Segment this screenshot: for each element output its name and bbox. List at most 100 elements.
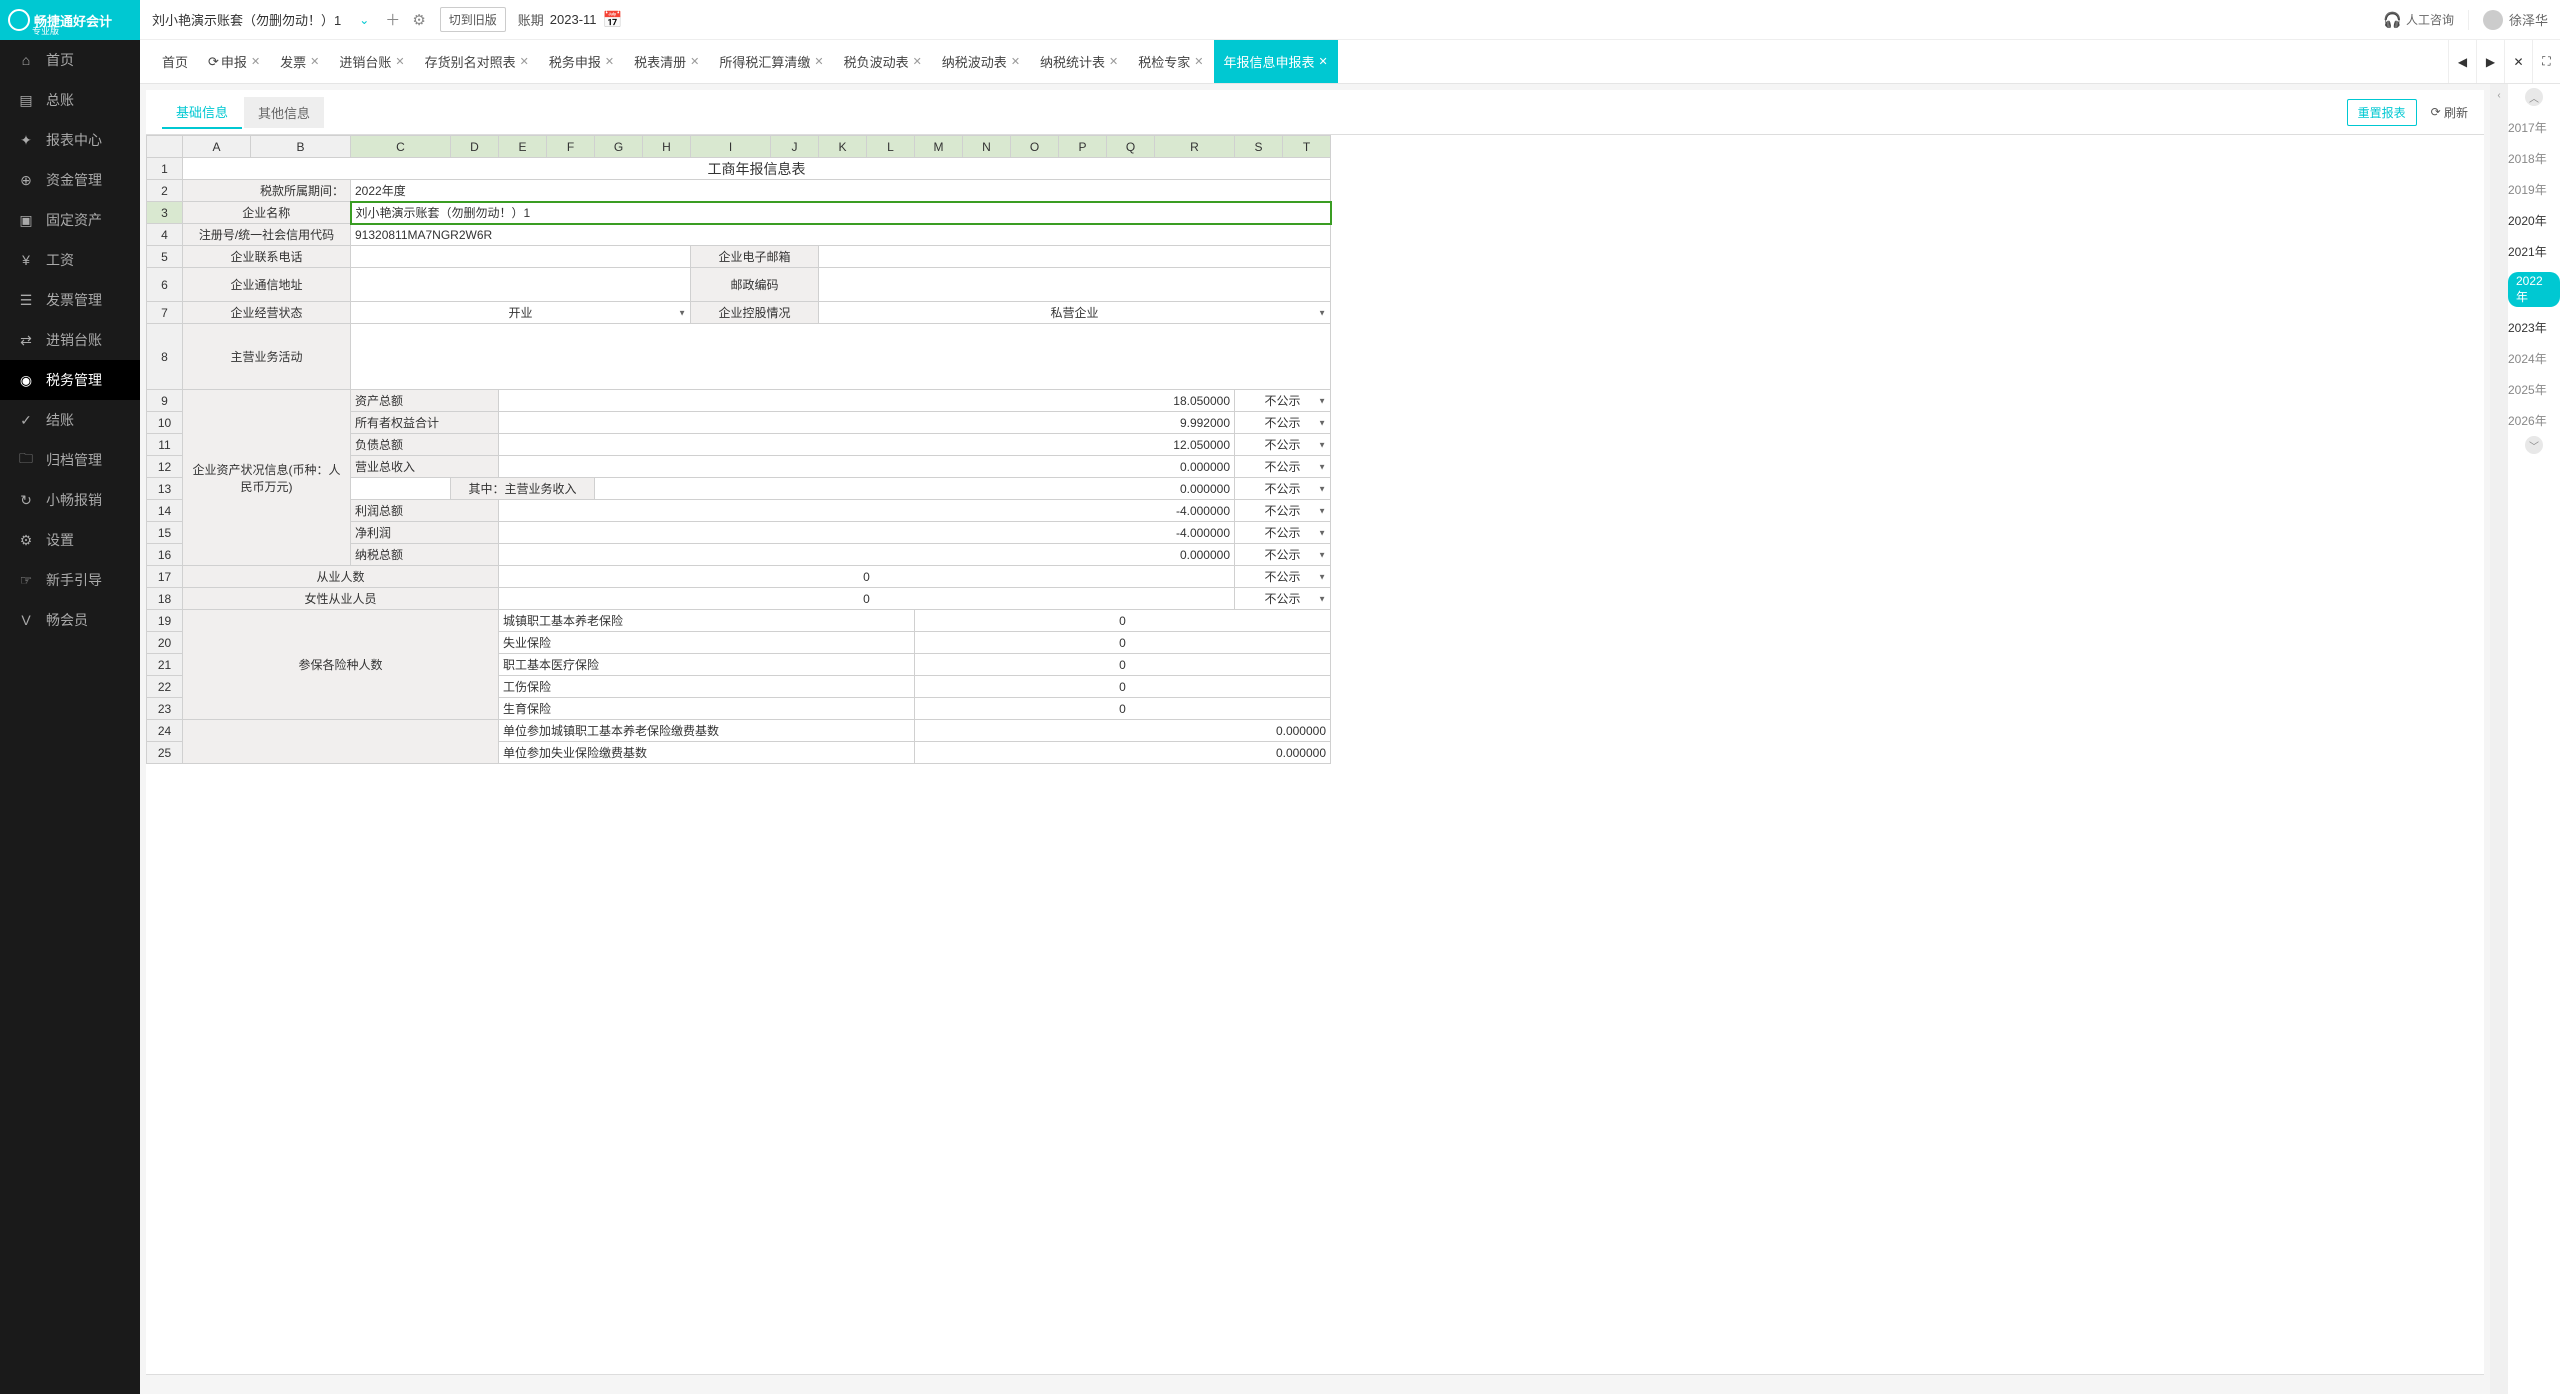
disclose-select[interactable]: 不公示 — [1235, 544, 1331, 566]
col-header[interactable]: G — [595, 136, 643, 158]
year-option[interactable]: 2019年 — [2508, 174, 2560, 205]
close-icon[interactable]: ✕ — [1109, 55, 1118, 68]
sidebar-item-salary[interactable]: ¥工资 — [0, 240, 140, 280]
col-header[interactable]: K — [819, 136, 867, 158]
female-value[interactable]: 0 — [499, 588, 1235, 610]
row-header[interactable]: 19 — [147, 610, 183, 632]
year-option[interactable]: 2022年 — [2508, 272, 2560, 307]
row-header[interactable]: 25 — [147, 742, 183, 764]
year-option[interactable]: 2023年 — [2508, 312, 2560, 343]
sidebar-item-guide[interactable]: ☞新手引导 — [0, 560, 140, 600]
gear-icon[interactable]: ⚙ — [412, 11, 425, 29]
year-option[interactable]: 2024年 — [2508, 343, 2560, 374]
postcode-value[interactable] — [819, 268, 1331, 302]
financial-value[interactable]: 18.050000 — [499, 390, 1235, 412]
holding-select[interactable]: 私营企业 — [819, 302, 1331, 324]
disclose-select[interactable]: 不公示 — [1235, 478, 1331, 500]
close-icon[interactable]: ✕ — [913, 55, 922, 68]
consult-link[interactable]: 人工咨询 — [2406, 11, 2454, 28]
row-header[interactable]: 21 — [147, 654, 183, 676]
reset-report-button[interactable]: 重置报表 — [2347, 99, 2417, 126]
year-option[interactable]: 2025年 — [2508, 374, 2560, 405]
sidebar-item-ledger[interactable]: ▤总账 — [0, 80, 140, 120]
year-option[interactable]: 2026年 — [2508, 405, 2560, 436]
col-header[interactable]: D — [451, 136, 499, 158]
col-header[interactable]: M — [915, 136, 963, 158]
tab-4[interactable]: 存货别名对照表✕ — [415, 40, 539, 83]
tab-11[interactable]: 税检专家✕ — [1128, 40, 1213, 83]
close-icon[interactable]: ✕ — [1194, 55, 1203, 68]
contrib-value[interactable]: 0.000000 — [915, 720, 1331, 742]
col-header[interactable]: H — [643, 136, 691, 158]
insurance-value[interactable]: 0 — [915, 698, 1331, 720]
financial-value[interactable]: -4.000000 — [499, 522, 1235, 544]
subtab-other[interactable]: 其他信息 — [244, 97, 324, 128]
disclose-select[interactable]: 不公示 — [1235, 434, 1331, 456]
financial-value[interactable]: 12.050000 — [499, 434, 1235, 456]
year-down-button[interactable]: ﹀ — [2525, 436, 2543, 454]
row-header[interactable]: 23 — [147, 698, 183, 720]
insurance-value[interactable]: 0 — [915, 610, 1331, 632]
row-header[interactable]: 4 — [147, 224, 183, 246]
col-header[interactable]: A — [183, 136, 251, 158]
col-header[interactable]: E — [499, 136, 547, 158]
col-header[interactable]: R — [1155, 136, 1235, 158]
row-header[interactable]: 20 — [147, 632, 183, 654]
col-header[interactable]: I — [691, 136, 771, 158]
col-header[interactable]: Q — [1107, 136, 1155, 158]
employees-value[interactable]: 0 — [499, 566, 1235, 588]
horizontal-scrollbar[interactable] — [146, 1374, 2484, 1388]
row-header[interactable]: 18 — [147, 588, 183, 610]
company-name-cell[interactable]: 刘小艳演示账套（勿删勿动！）1 — [351, 202, 1331, 224]
chevron-down-icon[interactable]: ⌄ — [359, 13, 369, 27]
close-icon[interactable]: ✕ — [690, 55, 699, 68]
sidebar-item-tax[interactable]: ◉税务管理 — [0, 360, 140, 400]
disclose-select[interactable]: 不公示 — [1235, 500, 1331, 522]
sidebar-item-psi[interactable]: ⇄进销台账 — [0, 320, 140, 360]
col-header[interactable]: T — [1283, 136, 1331, 158]
year-option[interactable]: 2018年 — [2508, 143, 2560, 174]
close-icon[interactable]: ✕ — [605, 55, 614, 68]
insurance-value[interactable]: 0 — [915, 632, 1331, 654]
row-header[interactable]: 24 — [147, 720, 183, 742]
tab-7[interactable]: 所得税汇算清缴✕ — [709, 40, 833, 83]
sidebar-item-report[interactable]: ✦报表中心 — [0, 120, 140, 160]
row-header[interactable]: 8 — [147, 324, 183, 390]
calendar-icon[interactable]: 📅 — [603, 10, 623, 30]
close-icon[interactable]: ✕ — [310, 55, 319, 68]
row-header[interactable]: 5 — [147, 246, 183, 268]
row-header[interactable]: 14 — [147, 500, 183, 522]
tab-9[interactable]: 纳税波动表✕ — [932, 40, 1030, 83]
col-header[interactable]: J — [771, 136, 819, 158]
sidebar-item-asset[interactable]: ▣固定资产 — [0, 200, 140, 240]
sidebar-item-archive[interactable]: 🗀归档管理 — [0, 440, 140, 480]
disclose-select[interactable]: 不公示 — [1235, 566, 1331, 588]
tab-next-button[interactable]: ▶ — [2476, 40, 2504, 83]
tab-12[interactable]: 年报信息申报表✕ — [1214, 40, 1338, 83]
col-header[interactable]: S — [1235, 136, 1283, 158]
year-option[interactable]: 2017年 — [2508, 112, 2560, 143]
close-icon[interactable]: ✕ — [814, 55, 823, 68]
row-header[interactable]: 13 — [147, 478, 183, 500]
mainbiz-value[interactable] — [351, 324, 1331, 390]
col-header[interactable]: B — [251, 136, 351, 158]
row-header[interactable]: 1 — [147, 158, 183, 180]
tab-3[interactable]: 进销台账✕ — [329, 40, 414, 83]
financial-value[interactable]: 0.000000 — [499, 544, 1235, 566]
status-select[interactable]: 开业 — [351, 302, 691, 324]
insurance-value[interactable]: 0 — [915, 676, 1331, 698]
row-header[interactable]: 17 — [147, 566, 183, 588]
close-icon[interactable]: ✕ — [1011, 55, 1020, 68]
disclose-select[interactable]: 不公示 — [1235, 456, 1331, 478]
period-value[interactable]: 2023-11 — [550, 12, 597, 27]
tab-prev-button[interactable]: ◀ — [2448, 40, 2476, 83]
sidebar-item-home[interactable]: ⌂首页 — [0, 40, 140, 80]
row-header[interactable]: 9 — [147, 390, 183, 412]
year-up-button[interactable]: ︿ — [2525, 88, 2543, 106]
disclose-select[interactable]: 不公示 — [1235, 522, 1331, 544]
tab-0[interactable]: 首页 — [152, 40, 198, 83]
row-header[interactable]: 3 — [147, 202, 183, 224]
year-option[interactable]: 2020年 — [2508, 205, 2560, 236]
close-icon[interactable]: ✕ — [395, 55, 404, 68]
row-header[interactable]: 12 — [147, 456, 183, 478]
